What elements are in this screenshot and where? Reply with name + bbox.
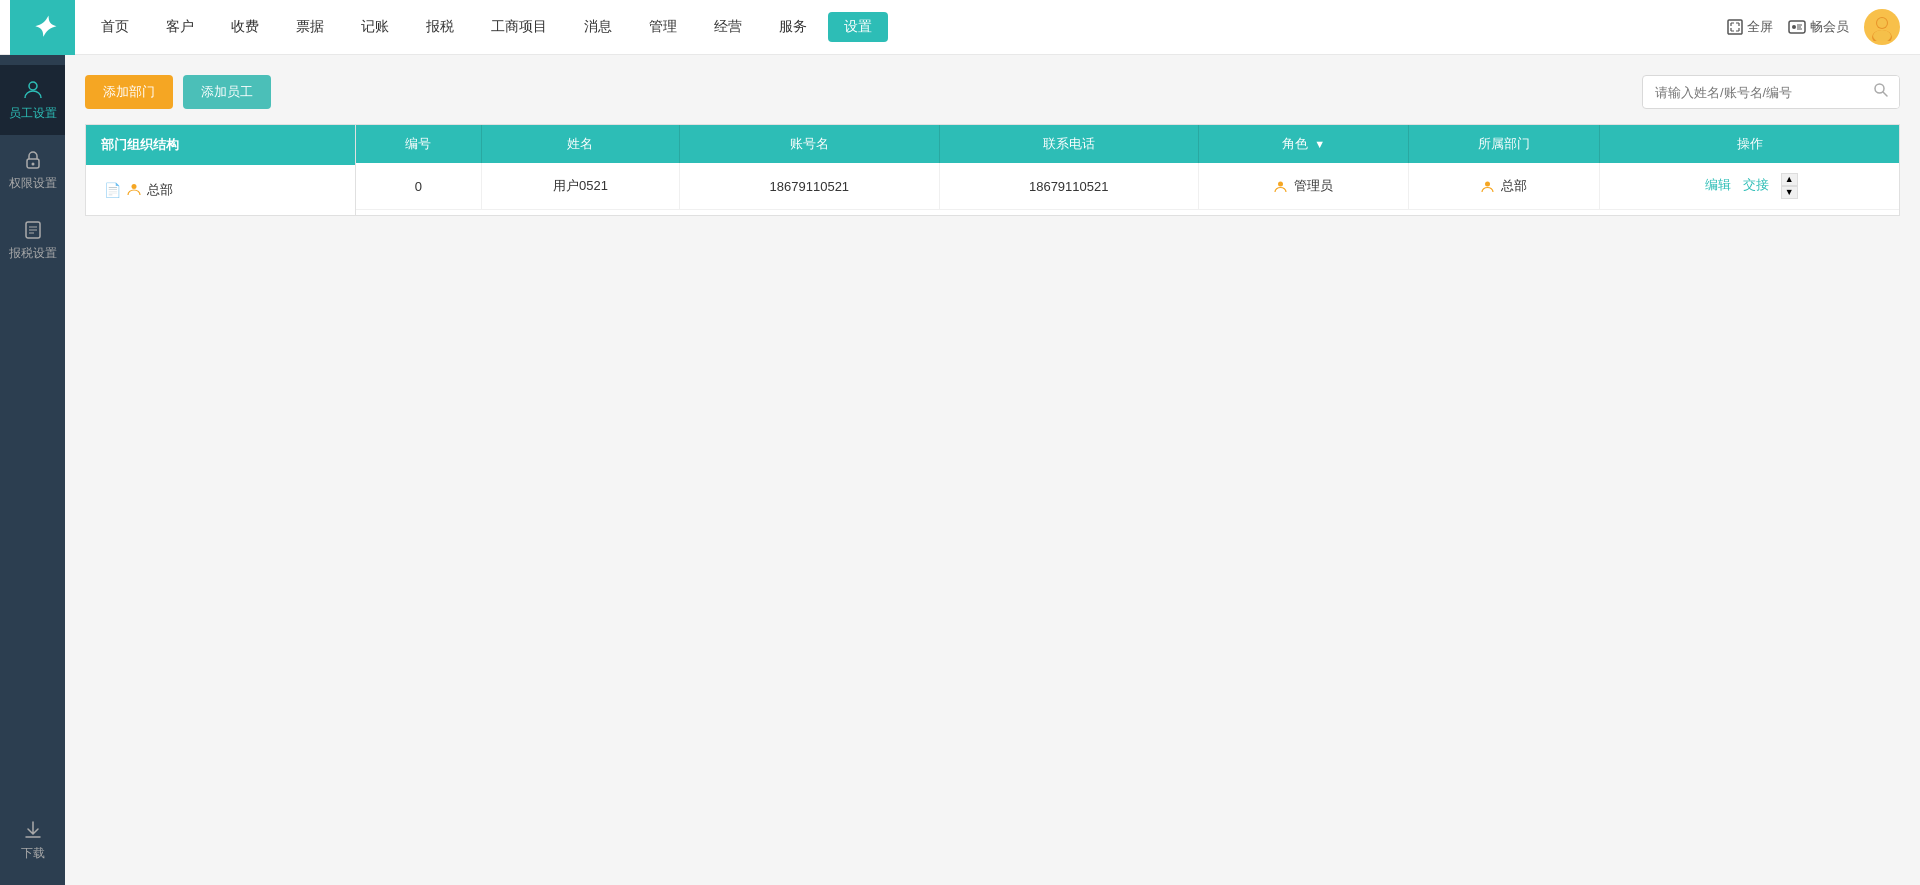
svg-point-5: [1877, 18, 1887, 28]
sidebar-item-tax-label: 报税设置: [9, 245, 57, 262]
cell-phone: 18679110521: [939, 163, 1198, 210]
emp-table: 编号 姓名 账号名 联系电话 角色 ▼ 所属部门 操作: [356, 125, 1899, 215]
search-input[interactable]: [1643, 79, 1863, 106]
logo-icon: ✦: [31, 11, 54, 44]
cell-id: 0: [356, 163, 481, 210]
cell-dept: 总部: [1408, 163, 1599, 210]
nav-item-tax[interactable]: 报税: [410, 12, 470, 42]
col-header-phone: 联系电话: [939, 125, 1198, 163]
download-icon: [22, 819, 44, 841]
edit-button[interactable]: 编辑: [1705, 177, 1731, 192]
transfer-button[interactable]: 交接: [1743, 177, 1769, 192]
vip-button[interactable]: 畅会员: [1788, 18, 1849, 36]
toolbar: 添加部门 添加员工: [85, 75, 1900, 109]
nav-item-message[interactable]: 消息: [568, 12, 628, 42]
person-settings-icon: [22, 79, 44, 101]
sidebar-item-download-label: 下载: [21, 845, 45, 862]
cell-name: 用户0521: [481, 163, 679, 210]
avatar-icon: [1868, 13, 1896, 41]
lock-settings-icon: [22, 149, 44, 171]
col-header-ops: 操作: [1600, 125, 1900, 163]
content-area: 添加部门 添加员工 部门组织结构 📄: [65, 55, 1920, 885]
svg-point-14: [1485, 182, 1490, 187]
dept-tree: 部门组织结构 📄 总部: [86, 125, 356, 215]
nav-item-settings[interactable]: 设置: [828, 12, 888, 42]
sidebar-item-permissions[interactable]: 权限设置: [0, 135, 65, 205]
scroll-down-button[interactable]: ▼: [1781, 186, 1798, 199]
cell-role: 管理员: [1198, 163, 1408, 210]
sidebar-item-download[interactable]: 下载: [0, 805, 65, 875]
main-layout: 员工设置 权限设置 报税设置 下载: [0, 55, 1920, 885]
col-header-account: 账号名: [680, 125, 939, 163]
cell-account: 18679110521: [680, 163, 939, 210]
table-area: 部门组织结构 📄 总部: [85, 124, 1900, 216]
dept-tree-header: 部门组织结构: [86, 125, 355, 165]
role-person-icon: [1274, 180, 1287, 193]
nav-item-fee[interactable]: 收费: [215, 12, 275, 42]
dept-person-icon: [127, 182, 141, 199]
dept-tree-item-label: 总部: [147, 181, 173, 199]
nav-item-bill[interactable]: 票据: [280, 12, 340, 42]
nav-item-manage[interactable]: 管理: [633, 12, 693, 42]
role-icon: [1274, 178, 1291, 193]
svg-rect-0: [1728, 20, 1742, 34]
sidebar-item-permissions-label: 权限设置: [9, 175, 57, 192]
logo-area: ✦: [10, 0, 75, 55]
table-row: 0 用户0521 18679110521 18679110521: [356, 163, 1899, 210]
svg-point-9: [31, 162, 34, 165]
avatar[interactable]: [1864, 9, 1900, 45]
nav-item-operate[interactable]: 经营: [698, 12, 758, 42]
nav-item-business[interactable]: 工商项目: [475, 12, 563, 42]
sidebar-item-employee-label: 员工设置: [9, 105, 57, 122]
vip-label: 畅会员: [1810, 18, 1849, 36]
svg-point-12: [132, 184, 137, 189]
file-icon: 📄: [104, 182, 121, 198]
person-icon: [127, 182, 141, 196]
dept-icon: [1481, 178, 1498, 193]
add-emp-button[interactable]: 添加员工: [183, 75, 271, 109]
nav-item-home[interactable]: 首页: [85, 12, 145, 42]
dept-tree-content: 📄 总部: [86, 165, 355, 215]
cell-dept-label: 总部: [1501, 178, 1527, 193]
nav-item-customer[interactable]: 客户: [150, 12, 210, 42]
nav-item-accounting[interactable]: 记账: [345, 12, 405, 42]
filter-icon: ▼: [1314, 138, 1325, 150]
sidebar: 员工设置 权限设置 报税设置 下载: [0, 55, 65, 885]
svg-point-13: [1278, 182, 1283, 187]
col-header-dept: 所属部门: [1408, 125, 1599, 163]
dept-tree-item-hq[interactable]: 📄 总部: [96, 175, 345, 205]
svg-point-2: [1792, 25, 1796, 29]
search-box: [1642, 75, 1900, 109]
col-header-name: 姓名: [481, 125, 679, 163]
svg-point-7: [29, 82, 37, 90]
nav-item-service[interactable]: 服务: [763, 12, 823, 42]
cell-role-label: 管理员: [1294, 178, 1333, 193]
col-header-role-label: 角色: [1282, 136, 1308, 151]
col-header-role[interactable]: 角色 ▼: [1198, 125, 1408, 163]
fullscreen-button[interactable]: 全屏: [1727, 18, 1773, 36]
table-header-row: 编号 姓名 账号名 联系电话 角色 ▼ 所属部门 操作: [356, 125, 1899, 163]
nav-items: 首页 客户 收费 票据 记账 报税 工商项目 消息 管理 经营 服务 设置: [85, 12, 1727, 42]
tax-settings-icon: [22, 219, 44, 241]
fullscreen-icon: [1727, 19, 1743, 35]
search-button[interactable]: [1863, 76, 1899, 108]
fullscreen-label: 全屏: [1747, 18, 1773, 36]
col-header-id: 编号: [356, 125, 481, 163]
add-dept-button[interactable]: 添加部门: [85, 75, 173, 109]
sidebar-item-tax-settings[interactable]: 报税设置: [0, 205, 65, 275]
cell-ops: 编辑 交接 ▲ ▼: [1600, 163, 1900, 210]
vip-icon: [1788, 20, 1806, 34]
nav-right: 全屏 畅会员: [1727, 9, 1900, 45]
top-navigation: ✦ 首页 客户 收费 票据 记账 报税 工商项目 消息 管理 经营 服务 设置 …: [0, 0, 1920, 55]
dept-person-icon: [1481, 180, 1494, 193]
sidebar-item-employee[interactable]: 员工设置: [0, 65, 65, 135]
search-icon: [1873, 82, 1889, 98]
scroll-up-button[interactable]: ▲: [1781, 173, 1798, 186]
